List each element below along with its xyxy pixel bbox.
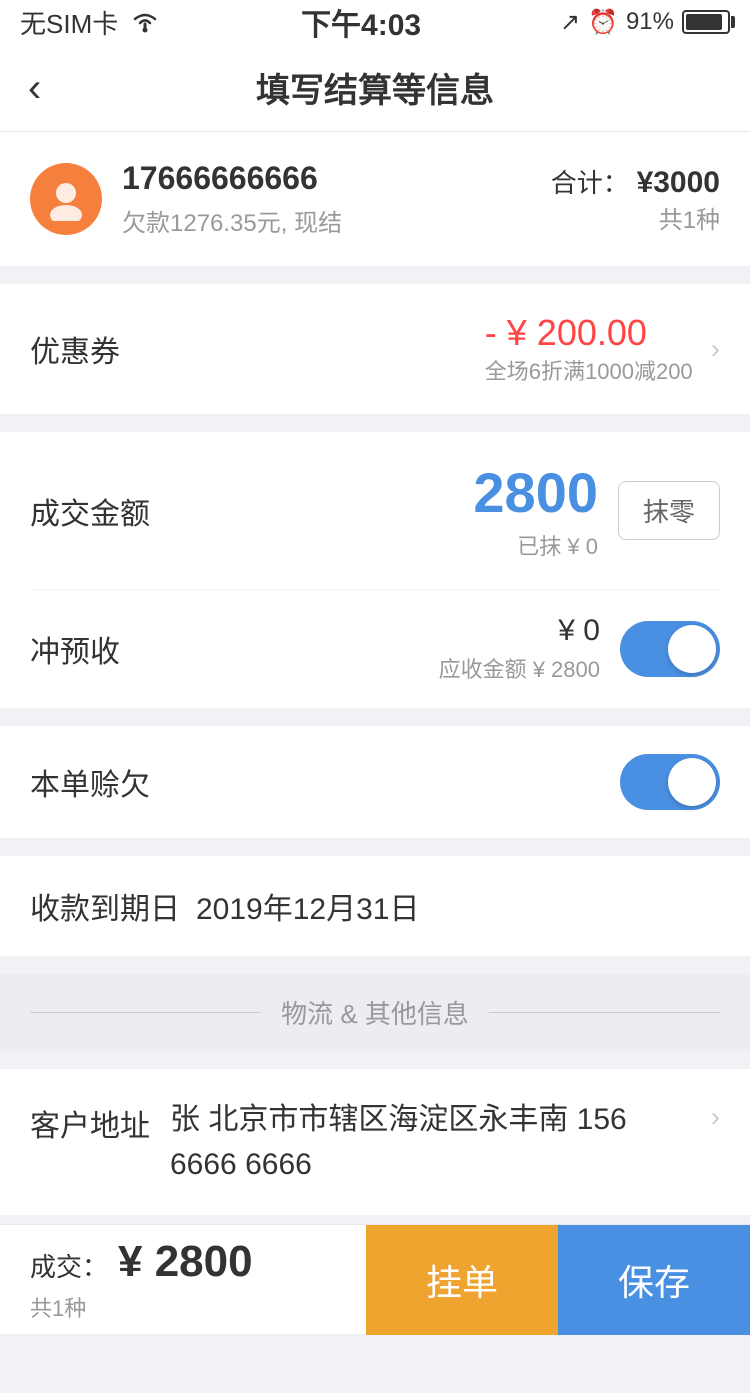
avatar-icon	[44, 177, 88, 221]
logistics-text: 物流 & 其他信息	[281, 994, 469, 1031]
footer-main: 成交： ¥ 2800	[30, 1237, 336, 1287]
due-date-label: 收款到期日	[30, 884, 180, 928]
status-time: 下午4:03	[301, 0, 421, 44]
carrier-text: 无SIM卡	[20, 4, 118, 41]
footer-label: 成交：	[30, 1247, 108, 1284]
chevron-right-icon: ›	[711, 333, 720, 365]
logistics-divider: 物流 & 其他信息	[0, 974, 750, 1051]
footer: 成交： ¥ 2800 共1种 挂单 保存	[0, 1224, 750, 1334]
amount-label: 成交金额	[30, 489, 150, 533]
avatar	[30, 163, 102, 235]
address-value: 张 北京市市辖区海淀区永丰南 156 6666 6666	[170, 1097, 701, 1187]
user-info: 17666666666 欠款1276.35元, 现结	[122, 160, 342, 238]
prepay-amount: ¥ 0	[439, 614, 600, 648]
nav-bar: ‹ 填写结算等信息	[0, 44, 750, 132]
prepay-label: 冲预收	[30, 627, 120, 671]
footer-sub: 共1种	[30, 1291, 336, 1323]
status-right: ↗ ⏰ 91%	[560, 8, 730, 37]
location-icon: ↗	[560, 8, 580, 37]
due-date-row: 收款到期日 2019年12月31日	[0, 856, 750, 956]
toggle-knob	[668, 625, 716, 673]
status-bar: 无SIM卡 下午4:03 ↗ ⏰ 91%	[0, 0, 750, 44]
user-left: 17666666666 欠款1276.35元, 现结	[30, 160, 342, 238]
save-button[interactable]: 保存	[558, 1225, 750, 1335]
page-title: 填写结算等信息	[256, 63, 494, 112]
main-content: 17666666666 欠款1276.35元, 现结 合计： ¥3000 共1种…	[0, 132, 750, 1393]
coupon-discount: - ¥ 200.00	[485, 312, 693, 354]
address-chevron-icon: ›	[711, 1101, 720, 1133]
alarm-icon: ⏰	[588, 8, 618, 37]
battery-percent: 91%	[626, 8, 674, 36]
prepay-sub: 应收金额 ¥ 2800	[439, 652, 600, 684]
user-count: 共1种	[551, 200, 720, 235]
arrears-row: 本单赊欠	[0, 726, 750, 838]
coupon-label: 优惠券	[30, 327, 120, 371]
address-row[interactable]: 客户地址 张 北京市市辖区海淀区永丰南 156 6666 6666 ›	[0, 1069, 750, 1215]
user-sub-info: 欠款1276.35元, 现结	[122, 203, 342, 238]
coupon-right: - ¥ 200.00 全场6折满1000减200 ›	[485, 312, 720, 386]
pending-button[interactable]: 挂单	[366, 1225, 558, 1335]
transaction-section: 成交金额 2800 已抹 ¥ 0 抹零 冲预收 ¥ 0 应收金额 ¥ 2800	[0, 432, 750, 708]
divider-line-right	[489, 1012, 720, 1013]
transaction-amount: 2800	[473, 460, 598, 525]
address-label: 客户地址	[30, 1101, 150, 1145]
amount-col: 2800 已抹 ¥ 0	[473, 460, 598, 561]
amount-row: 成交金额 2800 已抹 ¥ 0 抹零	[0, 432, 750, 589]
divider-line-left	[30, 1012, 261, 1013]
back-button[interactable]: ‹	[28, 68, 41, 108]
prepay-toggle[interactable]	[620, 621, 720, 677]
coupon-desc: 全场6折满1000减200	[485, 354, 693, 386]
user-card: 17666666666 欠款1276.35元, 现结 合计： ¥3000 共1种	[0, 132, 750, 266]
round-button[interactable]: 抹零	[618, 481, 720, 540]
footer-info: 成交： ¥ 2800 共1种	[0, 1237, 366, 1323]
due-date-value: 2019年12月31日	[196, 884, 419, 928]
battery-icon	[682, 10, 730, 34]
status-left: 无SIM卡	[20, 4, 162, 41]
user-total-label: 合计：	[551, 168, 629, 198]
user-total: 合计： ¥3000 共1种	[551, 163, 720, 235]
coupon-row[interactable]: 优惠券 - ¥ 200.00 全场6折满1000减200 ›	[0, 284, 750, 414]
amount-right: 2800 已抹 ¥ 0 抹零	[473, 460, 720, 561]
arrears-toggle[interactable]	[620, 754, 720, 810]
prepay-amount-col: ¥ 0 应收金额 ¥ 2800	[439, 614, 600, 684]
footer-amount: ¥ 2800	[118, 1237, 253, 1287]
user-phone: 17666666666	[122, 160, 342, 197]
arrears-label: 本单赊欠	[30, 760, 150, 804]
prepay-row: 冲预收 ¥ 0 应收金额 ¥ 2800	[0, 590, 750, 708]
transaction-sub: 已抹 ¥ 0	[517, 529, 598, 561]
prepay-right: ¥ 0 应收金额 ¥ 2800	[439, 614, 720, 684]
arrears-toggle-knob	[668, 758, 716, 806]
arrears-section: 本单赊欠	[0, 726, 750, 838]
user-total-amount: ¥3000	[637, 166, 720, 199]
wifi-icon	[128, 10, 162, 34]
